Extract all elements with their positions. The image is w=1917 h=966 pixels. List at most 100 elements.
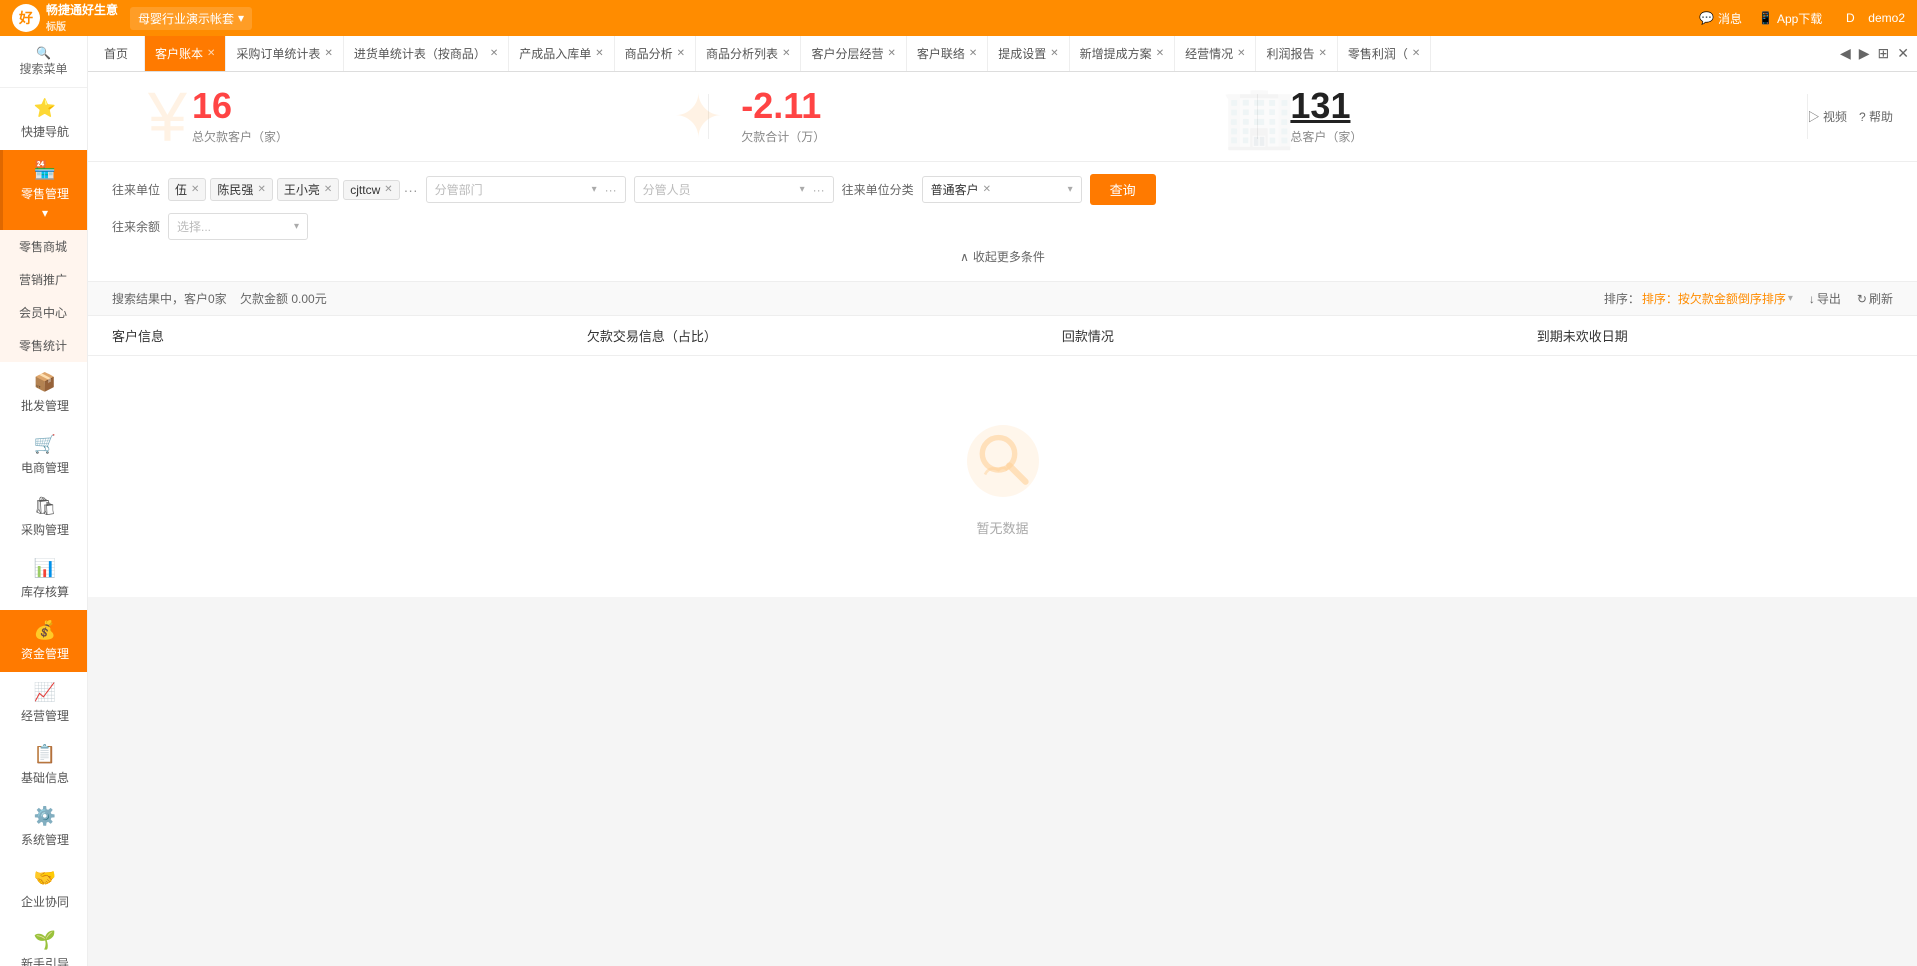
sidebar-item-retail-stats[interactable]: 零售统计 [0,329,87,362]
unit-class-filter[interactable]: 普通客户 ✕ ▾ [922,176,1082,203]
refresh-button[interactable]: ↻ 刷新 [1857,290,1893,307]
search-label: 搜索菜单 [0,60,87,77]
tag-close-wang[interactable]: ✕ [324,184,332,195]
logo-title: 畅捷通好生意 [46,3,118,17]
export-button[interactable]: ↓ 导出 [1809,290,1841,307]
tab-next-button[interactable]: ▶ [1855,43,1874,64]
sort-value: 排序：按欠款金额倒序排序 [1642,290,1786,307]
sidebar-search[interactable]: 🔍 搜索菜单 [0,36,87,88]
sidebar-item-inventory[interactable]: 📊 库存核算 [0,548,87,610]
tab-label: 利润报告 [1266,45,1314,62]
sort-select[interactable]: 排序： 排序：按欠款金额倒序排序 ▾ [1604,290,1793,307]
sidebar-item-wholesale[interactable]: 📦 批发管理 [0,362,87,424]
close-icon[interactable]: ✕ [1412,48,1420,59]
capital-label: 资金管理 [21,645,69,662]
tab-label: 零售利润（ [1348,45,1408,62]
close-icon[interactable]: ✕ [677,48,685,59]
close-icon[interactable]: ✕ [969,48,977,59]
close-icon[interactable]: ✕ [887,48,895,59]
dept-filter[interactable]: 分管部门 ▾ ··· [426,176,626,203]
tab-close-all-button[interactable]: ✕ [1893,43,1913,64]
inventory-label: 库存核算 [21,583,69,600]
stat-block-owed-amount: -2.11 欠款合计（万） [709,88,1258,145]
tab-customer-capital[interactable]: 客户账本 ✕ [145,36,226,71]
close-icon[interactable]: ✕ [1156,48,1164,59]
unit-filter-more[interactable]: ··· [404,182,418,198]
tab-profit-report[interactable]: 利润报告 ✕ [1256,36,1337,71]
close-icon[interactable]: ✕ [207,48,215,59]
search-summary: 搜索结果中，客户0家 [112,292,227,306]
tab-home[interactable]: 首页 [88,36,145,71]
sidebar-item-ecommerce[interactable]: 🛒 电商管理 [0,424,87,486]
ecommerce-icon: 🛒 [34,434,56,455]
close-icon[interactable]: ✕ [324,48,332,59]
close-icon[interactable]: ✕ [1050,48,1058,59]
tab-goods-analysis-list[interactable]: 商品分析列表 ✕ [696,36,801,71]
person-more-icon: ··· [813,183,825,197]
dept-more-icon: ··· [605,183,617,197]
tab-customer-contact[interactable]: 客户联络 ✕ [907,36,988,71]
stat-owed-customers-label: 总欠款客户（家） [192,128,288,145]
sidebar-item-retail[interactable]: 🏪 零售管理 ▾ [0,150,87,230]
tab-expand-button[interactable]: ⊞ [1874,43,1894,64]
tab-purchase-order[interactable]: 采购订单统计表 ✕ [226,36,343,71]
person-filter[interactable]: 分管人员 ▾ ··· [634,176,834,203]
sort-chevron-icon: ▾ [1788,293,1793,304]
collapse-button[interactable]: ∧ 收起更多条件 [960,248,1045,265]
close-icon[interactable]: ✕ [595,48,603,59]
close-icon[interactable]: ✕ [782,48,790,59]
stat-block-owed-customers: 16 总欠款客户（家） [112,88,709,145]
sidebar-item-capital[interactable]: 💰 资金管理 [0,610,87,672]
results-info: 搜索结果中，客户0家 欠款金额 0.00元 [112,290,327,307]
tab-goods-analysis[interactable]: 商品分析 ✕ [615,36,696,71]
tab-raise-settings[interactable]: 提成设置 ✕ [988,36,1069,71]
account-label: 母婴行业演示帐套 [138,10,234,27]
unit-class-label: 往来单位分类 [842,181,914,198]
stat-total-customers-label: 总客户（家） [1290,128,1362,145]
tab-customer-layer[interactable]: 客户分层经营 ✕ [801,36,906,71]
stat-owed-amount-value: -2.11 [741,88,821,124]
unit-filter-label: 往来单位 [112,181,160,198]
sidebar-item-system[interactable]: ⚙️ 系统管理 [0,796,87,858]
tab-retail-profit[interactable]: 零售利润（ ✕ [1338,36,1431,71]
unit-class-tag-close[interactable]: ✕ [983,184,991,195]
tab-label: 提成设置 [998,45,1046,62]
sidebar-item-collab[interactable]: 🤝 企业协同 [0,858,87,920]
tab-cost-stock[interactable]: 产成品入库单 ✕ [509,36,614,71]
tab-prev-button[interactable]: ◀ [1836,43,1855,64]
tab-stock-stats[interactable]: 进货单统计表（按商品） ✕ [344,36,509,71]
ecommerce-label: 电商管理 [21,459,69,476]
sidebar-item-purchase[interactable]: 🛍 采购管理 [0,486,87,548]
tag-close-chen[interactable]: ✕ [257,184,265,195]
help-button[interactable]: ? 帮助 [1859,108,1893,125]
quicknav-icon: ⭐ [34,98,56,119]
sidebar-item-retail-mall[interactable]: 零售商城 [0,230,87,263]
sidebar-item-basics[interactable]: 📋 基础信息 [0,734,87,796]
sidebar-item-operations[interactable]: 📈 经营管理 [0,672,87,734]
sidebar-item-newbie[interactable]: 🌱 新手引导 [0,920,87,966]
sidebar-item-members[interactable]: 会员中心 [0,296,87,329]
video-button[interactable]: ▷ 视频 [1808,108,1847,125]
balance-filter[interactable]: 选择... ▾ [168,213,308,240]
sidebar-item-quicknav[interactable]: ⭐ 快捷导航 [0,88,87,150]
close-icon[interactable]: ✕ [1237,48,1245,59]
person-chevron-icon: ▾ [800,184,805,195]
close-icon[interactable]: ✕ [1319,48,1327,59]
message-button[interactable]: 💬 消息 [1699,10,1742,27]
account-selector[interactable]: 母婴行业演示帐套 ▾ [130,7,252,30]
tab-biz-situation[interactable]: 经营情况 ✕ [1175,36,1256,71]
logo-sub: 标版 [46,18,118,33]
banner-actions: ▷ 视频 ? 帮助 [1808,108,1893,125]
newbie-icon: 🌱 [34,930,56,951]
tab-add-raise[interactable]: 新增提成方案 ✕ [1070,36,1175,71]
app-download-button[interactable]: 📱 App下载 [1758,10,1822,27]
stat-total-customers-value: 131 [1290,88,1350,124]
query-button[interactable]: 查询 [1090,174,1156,205]
expand-icon: ▾ [42,206,48,220]
sidebar-item-marketing[interactable]: 营销推广 [0,263,87,296]
tag-close-cjttcw[interactable]: ✕ [384,184,392,195]
user-menu[interactable]: D demo2 [1838,6,1905,30]
close-icon[interactable]: ✕ [490,48,498,59]
message-icon: 💬 [1699,11,1714,25]
tag-close-wu[interactable]: ✕ [191,184,199,195]
